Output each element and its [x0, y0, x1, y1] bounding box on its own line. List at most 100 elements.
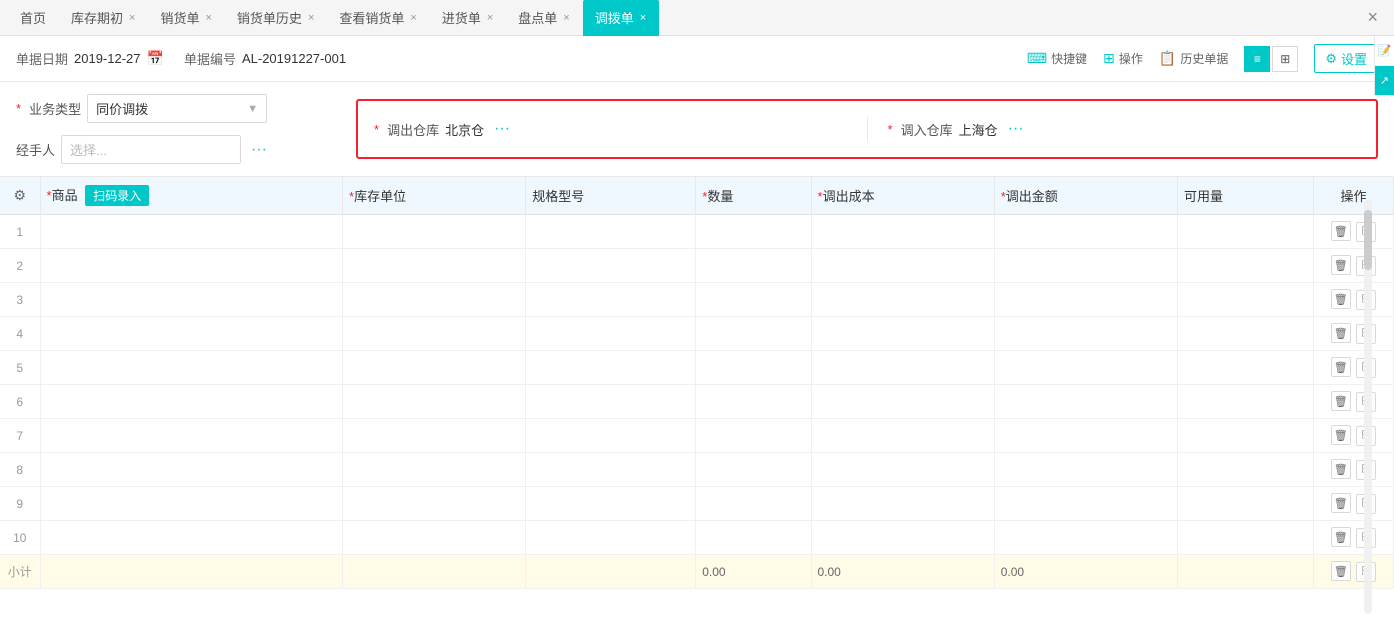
row-amount-6[interactable] — [994, 385, 1177, 419]
row-spec-7[interactable] — [526, 419, 696, 453]
grid-view-btn[interactable]: ⊞ — [1272, 46, 1298, 72]
row-spec-9[interactable] — [526, 487, 696, 521]
transfer-out-more-btn[interactable]: ··· — [494, 120, 510, 138]
row-unit-5[interactable] — [343, 351, 526, 385]
row-unit-7[interactable] — [343, 419, 526, 453]
row-amount-5[interactable] — [994, 351, 1177, 385]
close-tab-sales-history[interactable]: × — [308, 12, 314, 24]
delete-icon-10[interactable]: 🗑 — [1331, 527, 1351, 547]
row-cost-5[interactable] — [811, 351, 994, 385]
row-amount-4[interactable] — [994, 317, 1177, 351]
row-available-8[interactable] — [1177, 453, 1313, 487]
row-amount-3[interactable] — [994, 283, 1177, 317]
row-amount-7[interactable] — [994, 419, 1177, 453]
row-amount-2[interactable] — [994, 249, 1177, 283]
row-qty-6[interactable] — [696, 385, 811, 419]
row-available-9[interactable] — [1177, 487, 1313, 521]
row-cost-6[interactable] — [811, 385, 994, 419]
row-unit-6[interactable] — [343, 385, 526, 419]
row-unit-2[interactable] — [343, 249, 526, 283]
row-product-6[interactable] — [40, 385, 343, 419]
tab-inventory-init[interactable]: 库存期初 × — [59, 0, 148, 36]
row-qty-8[interactable] — [696, 453, 811, 487]
close-all-tabs[interactable]: × — [1359, 7, 1386, 28]
person-more-btn[interactable]: ··· — [251, 141, 267, 159]
row-available-1[interactable] — [1177, 215, 1313, 249]
row-spec-5[interactable] — [526, 351, 696, 385]
row-cost-8[interactable] — [811, 453, 994, 487]
table-settings-col[interactable]: ⚙ — [0, 177, 40, 215]
row-available-10[interactable] — [1177, 521, 1313, 555]
row-qty-2[interactable] — [696, 249, 811, 283]
row-product-2[interactable] — [40, 249, 343, 283]
row-spec-10[interactable] — [526, 521, 696, 555]
close-tab-purchase[interactable]: × — [487, 12, 493, 24]
row-qty-7[interactable] — [696, 419, 811, 453]
row-amount-9[interactable] — [994, 487, 1177, 521]
row-qty-5[interactable] — [696, 351, 811, 385]
row-cost-9[interactable] — [811, 487, 994, 521]
sidebar-note-btn[interactable]: 📝 — [1375, 36, 1394, 66]
shortcuts-btn[interactable]: ⌨ 快捷键 — [1027, 50, 1087, 67]
row-available-6[interactable] — [1177, 385, 1313, 419]
business-type-select[interactable]: 同价调拨 ▼ — [87, 94, 267, 123]
delete-icon-8[interactable]: 🗑 — [1331, 459, 1351, 479]
row-spec-2[interactable] — [526, 249, 696, 283]
row-product-8[interactable] — [40, 453, 343, 487]
tab-stocktake[interactable]: 盘点单 × — [506, 0, 582, 36]
row-product-3[interactable] — [40, 283, 343, 317]
delete-icon-7[interactable]: 🗑 — [1331, 425, 1351, 445]
row-amount-1[interactable] — [994, 215, 1177, 249]
person-select[interactable]: 选择... — [61, 135, 241, 164]
row-available-4[interactable] — [1177, 317, 1313, 351]
row-product-5[interactable] — [40, 351, 343, 385]
row-unit-4[interactable] — [343, 317, 526, 351]
tab-sales-history[interactable]: 销货单历史 × — [225, 0, 327, 36]
tab-home[interactable]: 首页 — [8, 0, 59, 36]
row-qty-1[interactable] — [696, 215, 811, 249]
row-cost-10[interactable] — [811, 521, 994, 555]
row-unit-9[interactable] — [343, 487, 526, 521]
delete-icon-5[interactable]: 🗑 — [1331, 357, 1351, 377]
row-spec-4[interactable] — [526, 317, 696, 351]
close-tab-view-sales[interactable]: × — [410, 12, 416, 24]
row-available-7[interactable] — [1177, 419, 1313, 453]
scrollbar-thumb[interactable] — [1364, 210, 1372, 270]
tab-transfer[interactable]: 调拨单 × — [583, 0, 659, 36]
row-qty-4[interactable] — [696, 317, 811, 351]
row-available-3[interactable] — [1177, 283, 1313, 317]
row-product-7[interactable] — [40, 419, 343, 453]
transfer-in-more-btn[interactable]: ··· — [1008, 120, 1024, 138]
history-btn[interactable]: 📋 历史单据 — [1159, 50, 1228, 67]
scan-btn[interactable]: 扫码录入 — [85, 185, 149, 206]
row-spec-8[interactable] — [526, 453, 696, 487]
subtotal-delete-icon[interactable]: 🗑 — [1331, 561, 1351, 581]
row-amount-8[interactable] — [994, 453, 1177, 487]
row-unit-1[interactable] — [343, 215, 526, 249]
delete-icon-9[interactable]: 🗑 — [1331, 493, 1351, 513]
transfer-in-value[interactable]: 上海仓 — [959, 120, 998, 139]
delete-icon-3[interactable]: 🗑 — [1331, 289, 1351, 309]
delete-icon-6[interactable]: 🗑 — [1331, 391, 1351, 411]
close-tab-stocktake[interactable]: × — [563, 12, 569, 24]
row-product-4[interactable] — [40, 317, 343, 351]
transfer-out-value[interactable]: 北京仓 — [445, 120, 484, 139]
row-qty-3[interactable] — [696, 283, 811, 317]
row-spec-3[interactable] — [526, 283, 696, 317]
row-available-2[interactable] — [1177, 249, 1313, 283]
tab-purchase[interactable]: 进货单 × — [430, 0, 506, 36]
tab-view-sales[interactable]: 查看销货单 × — [327, 0, 429, 36]
date-value[interactable]: 2019-12-27 — [74, 51, 141, 66]
row-cost-1[interactable] — [811, 215, 994, 249]
row-product-1[interactable] — [40, 215, 343, 249]
row-spec-6[interactable] — [526, 385, 696, 419]
calendar-icon[interactable]: 📅 — [147, 50, 164, 67]
close-tab-sales[interactable]: × — [205, 12, 211, 24]
row-product-9[interactable] — [40, 487, 343, 521]
row-unit-10[interactable] — [343, 521, 526, 555]
row-available-5[interactable] — [1177, 351, 1313, 385]
row-qty-10[interactable] — [696, 521, 811, 555]
row-qty-9[interactable] — [696, 487, 811, 521]
sidebar-expand-btn[interactable]: ↗ — [1375, 66, 1394, 96]
row-product-10[interactable] — [40, 521, 343, 555]
